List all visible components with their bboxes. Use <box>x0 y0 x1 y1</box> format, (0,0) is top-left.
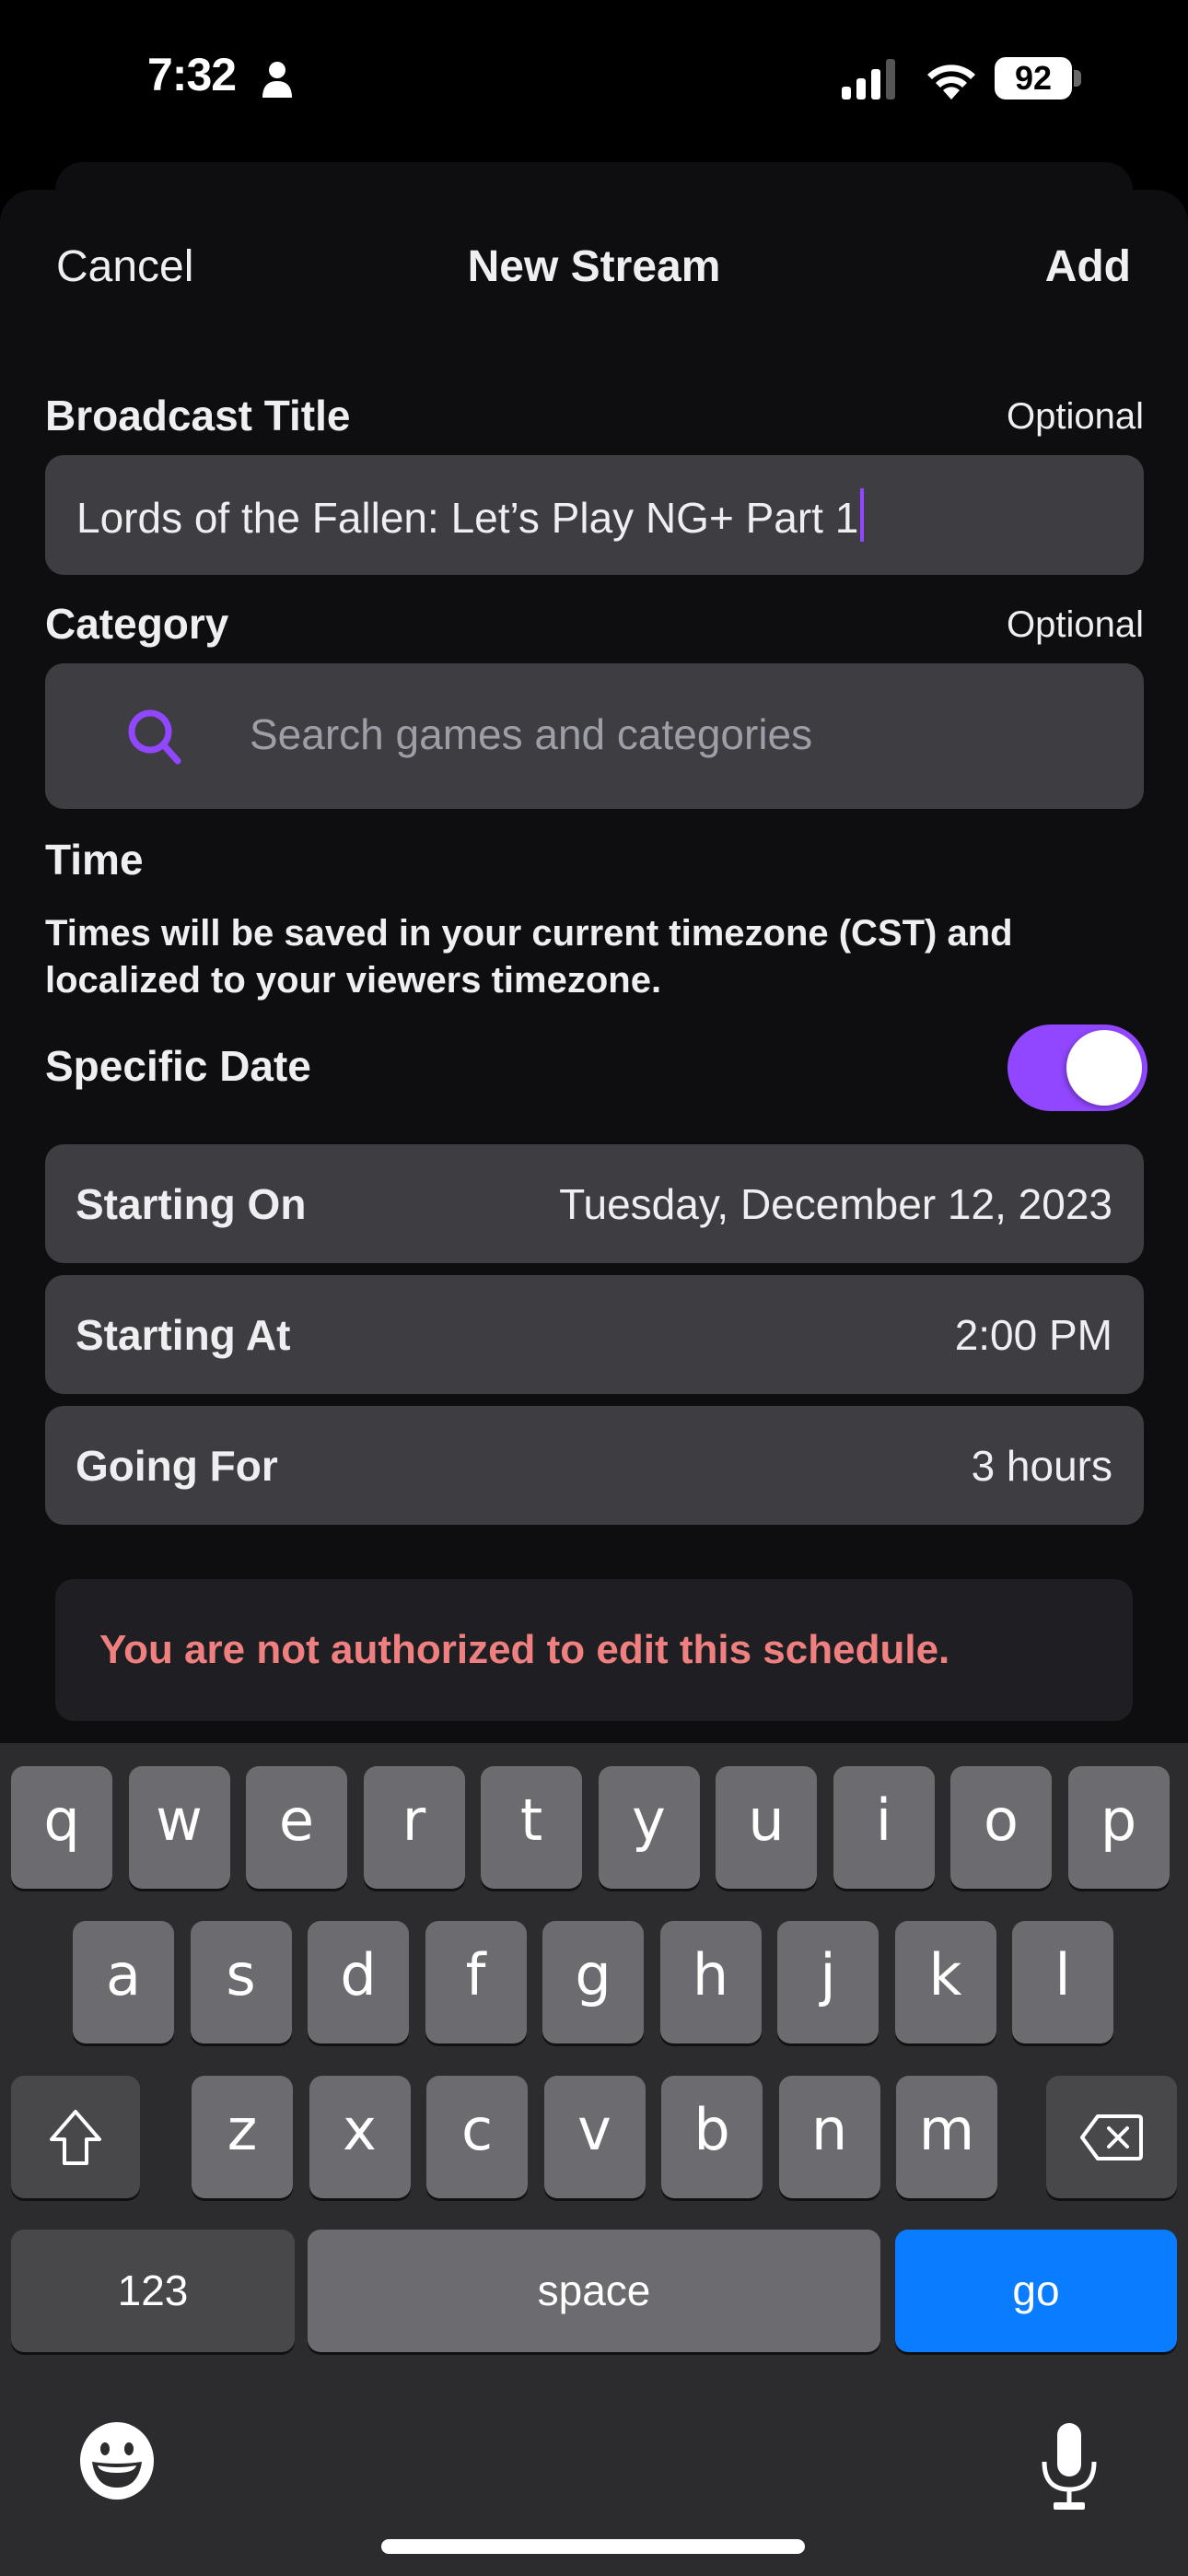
wifi-icon <box>927 64 975 100</box>
key-g[interactable]: g <box>542 1921 644 2043</box>
battery-icon: 92 <box>995 57 1083 100</box>
going-for-row[interactable]: Going For 3 hours <box>45 1406 1144 1525</box>
starting-on-label: Starting On <box>76 1180 307 1228</box>
key-k[interactable]: k <box>894 1921 996 2043</box>
key-c[interactable]: c <box>426 2076 528 2198</box>
key-w[interactable]: w <box>128 1766 230 1889</box>
error-banner: You are not authorized to edit this sche… <box>55 1579 1133 1721</box>
error-message: You are not authorized to edit this sche… <box>99 1627 950 1672</box>
key-z[interactable]: z <box>192 2076 293 2198</box>
key-d[interactable]: d <box>308 1921 409 2043</box>
key-r[interactable]: r <box>363 1766 465 1889</box>
go-key[interactable]: go <box>895 2230 1177 2352</box>
key-y[interactable]: y <box>598 1766 700 1889</box>
key-n[interactable]: n <box>778 2076 880 2198</box>
status-bar: 7:32 92 <box>0 0 1188 157</box>
broadcast-title-input[interactable]: Lords of the Fallen: Let’s Play NG+ Part… <box>45 455 1144 575</box>
page-title: New Stream <box>467 242 721 291</box>
starting-on-value: Tuesday, December 12, 2023 <box>559 1180 1112 1228</box>
broadcast-title-optional: Optional <box>1007 396 1144 437</box>
space-key[interactable]: space <box>308 2230 880 2352</box>
key-v[interactable]: v <box>543 2076 646 2198</box>
category-search-placeholder: Search games and categories <box>250 710 813 758</box>
specific-date-label: Specific Date <box>45 1042 311 1090</box>
signal-icon <box>842 59 895 100</box>
shift-icon <box>50 2109 101 2165</box>
toggle-knob <box>1066 1030 1142 1106</box>
starting-on-row[interactable]: Starting On Tuesday, December 12, 2023 <box>45 1144 1144 1263</box>
home-indicator[interactable] <box>381 2539 805 2554</box>
key-q[interactable]: q <box>11 1766 112 1889</box>
starting-at-label: Starting At <box>76 1311 291 1359</box>
category-label: Category <box>45 600 229 648</box>
key-x[interactable]: x <box>309 2076 411 2198</box>
key-l[interactable]: l <box>1012 1921 1113 2043</box>
status-time: 7:32 <box>147 49 237 100</box>
backspace-key[interactable] <box>1046 2076 1177 2198</box>
key-o[interactable]: o <box>950 1766 1052 1889</box>
backspace-icon <box>1080 2113 1143 2160</box>
key-m[interactable]: m <box>896 2076 997 2198</box>
battery-level: 92 <box>995 57 1072 100</box>
person-icon <box>262 62 292 98</box>
key-b[interactable]: b <box>661 2076 763 2198</box>
going-for-value: 3 hours <box>971 1442 1112 1490</box>
emoji-icon[interactable] <box>77 2421 157 2500</box>
numbers-key[interactable]: 123 <box>11 2230 295 2352</box>
time-heading: Time <box>45 836 144 884</box>
key-e[interactable]: e <box>246 1766 347 1889</box>
broadcast-title-label: Broadcast Title <box>45 392 351 439</box>
key-p[interactable]: p <box>1067 1766 1170 1889</box>
key-a[interactable]: a <box>73 1921 174 2043</box>
category-search-input[interactable]: Search games and categories <box>45 663 1144 809</box>
microphone-icon[interactable] <box>1037 2421 1101 2513</box>
text-caret <box>860 488 865 542</box>
shift-key[interactable] <box>11 2076 140 2198</box>
starting-at-row[interactable]: Starting At 2:00 PM <box>45 1275 1144 1394</box>
key-f[interactable]: f <box>425 1921 527 2043</box>
specific-date-toggle[interactable] <box>1007 1025 1147 1111</box>
key-t[interactable]: t <box>481 1766 582 1889</box>
keyboard: qwertyuiop asdfghjkl zxcvbnm 123 space go <box>0 1743 1188 2576</box>
category-optional: Optional <box>1007 604 1144 645</box>
starting-at-value: 2:00 PM <box>954 1311 1112 1359</box>
add-button[interactable]: Add <box>1045 241 1131 292</box>
timezone-description: Times will be saved in your current time… <box>45 913 1013 1001</box>
key-i[interactable]: i <box>833 1766 935 1889</box>
broadcast-title-value: Lords of the Fallen: Let’s Play NG+ Part… <box>76 494 859 542</box>
going-for-label: Going For <box>76 1442 278 1490</box>
key-j[interactable]: j <box>777 1921 879 2043</box>
key-s[interactable]: s <box>190 1921 292 2043</box>
key-h[interactable]: h <box>659 1921 762 2043</box>
search-icon <box>128 709 181 765</box>
key-u[interactable]: u <box>716 1766 817 1889</box>
